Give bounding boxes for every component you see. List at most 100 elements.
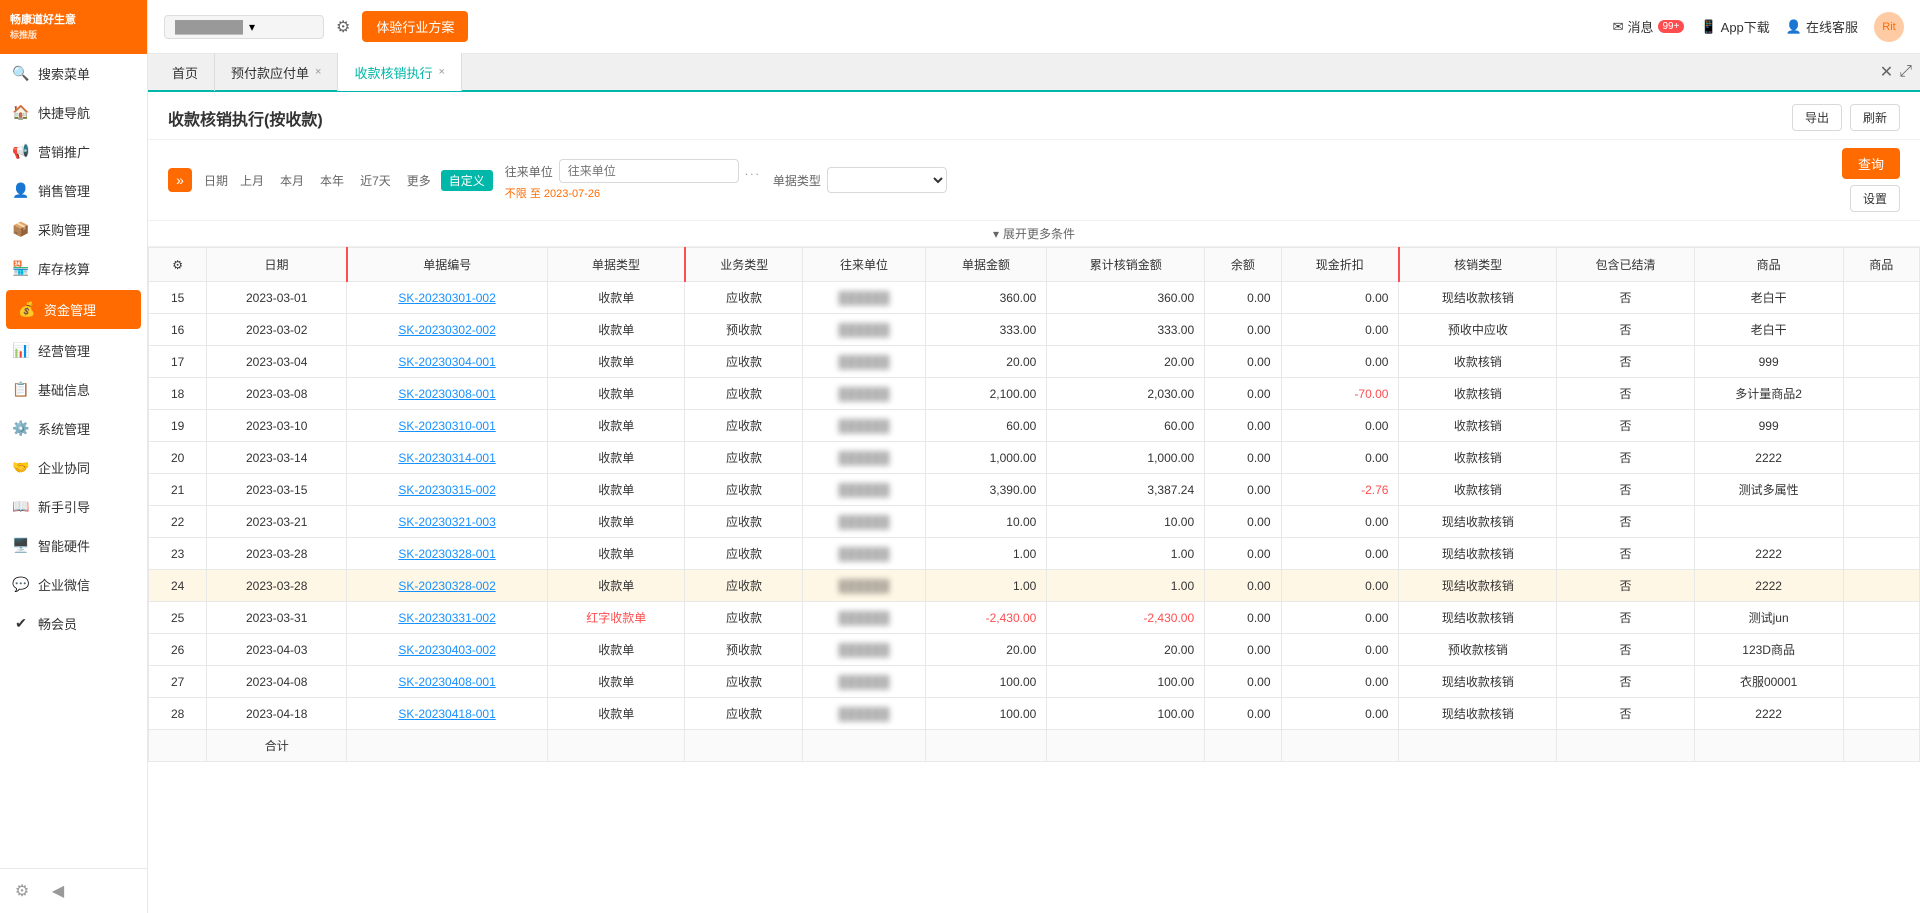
sidebar-item-inventory[interactable]: 🏪库存核算 xyxy=(0,249,147,288)
tab-collection[interactable]: 收款核销执行× xyxy=(338,53,461,91)
date-option[interactable]: 更多 xyxy=(401,170,437,191)
cell-amount: 20.00 xyxy=(925,346,1047,378)
app-download-action[interactable]: 📱 App下载 xyxy=(1700,17,1769,36)
cell-bill_no[interactable]: SK-20230310-001 xyxy=(347,410,548,442)
table-row[interactable]: 242023-03-28SK-20230328-002收款单应收款██████1… xyxy=(149,570,1920,602)
cell-bill_no[interactable]: SK-20230315-002 xyxy=(347,474,548,506)
sidebar-item-basic[interactable]: 📋基础信息 xyxy=(0,370,147,409)
cell-bill_no[interactable]: SK-20230418-001 xyxy=(347,698,548,730)
table-row[interactable]: 182023-03-08SK-20230308-001收款单应收款██████2… xyxy=(149,378,1920,410)
export-btn[interactable]: 导出 xyxy=(1792,104,1842,131)
cell-bill_no[interactable]: SK-20230302-002 xyxy=(347,314,548,346)
settings-icon[interactable]: ⚙ xyxy=(8,877,36,905)
cell-goods: 老白干 xyxy=(1694,314,1843,346)
cell-total_writeoff: 100.00 xyxy=(1047,666,1205,698)
table-row[interactable]: 212023-03-15SK-20230315-002收款单应收款██████3… xyxy=(149,474,1920,506)
date-option[interactable]: 上月 xyxy=(234,170,270,191)
table-row[interactable]: 192023-03-10SK-20230310-001收款单应收款██████6… xyxy=(149,410,1920,442)
sidebar-item-sales[interactable]: 👤销售管理 xyxy=(0,171,147,210)
refresh-btn[interactable]: 刷新 xyxy=(1850,104,1900,131)
industry-btn[interactable]: 体验行业方案 xyxy=(362,11,468,42)
table-row[interactable]: 152023-03-01SK-20230301-002收款单应收款██████3… xyxy=(149,282,1920,314)
table-row[interactable]: 172023-03-04SK-20230304-001收款单应收款██████2… xyxy=(149,346,1920,378)
tab-close-icon[interactable]: × xyxy=(438,66,444,78)
bill-no-link[interactable]: SK-20230304-001 xyxy=(398,355,495,369)
tab-prepay[interactable]: 预付款应付单× xyxy=(215,53,338,91)
header-select[interactable]: ████████ ▾ xyxy=(164,15,324,39)
cell-amount: 20.00 xyxy=(925,634,1047,666)
bill-no-link[interactable]: SK-20230408-001 xyxy=(398,675,495,689)
filter-toggle-btn[interactable]: » xyxy=(168,168,192,192)
sidebar-item-hardware[interactable]: 🖥️智能硬件 xyxy=(0,526,147,565)
bill-no-link[interactable]: SK-20230314-001 xyxy=(398,451,495,465)
expand-more-btn[interactable]: ▾ 展开更多条件 xyxy=(993,225,1075,242)
sidebar-item-system[interactable]: ⚙️系统管理 xyxy=(0,409,147,448)
bill-no-link[interactable]: SK-20230328-001 xyxy=(398,547,495,561)
collapse-icon[interactable]: ◀ xyxy=(44,877,72,905)
bill-no-link[interactable]: SK-20230418-001 xyxy=(398,707,495,721)
sidebar-item-wechat[interactable]: 💬企业微信 xyxy=(0,565,147,604)
tab-home[interactable]: 首页 xyxy=(156,53,215,91)
table-row[interactable]: 282023-04-18SK-20230418-001收款单应收款██████1… xyxy=(149,698,1920,730)
sidebar-item-guide[interactable]: 📖新手引导 xyxy=(0,487,147,526)
table-row[interactable]: 262023-04-03SK-20230403-002收款单预收款██████2… xyxy=(149,634,1920,666)
operation-icon: 📊 xyxy=(12,342,30,360)
table-row[interactable]: 232023-03-28SK-20230328-001收款单应收款██████1… xyxy=(149,538,1920,570)
cell-bill_no[interactable]: SK-20230304-001 xyxy=(347,346,548,378)
bill-no-link[interactable]: SK-20230321-003 xyxy=(398,515,495,529)
sidebar-item-search[interactable]: 🔍搜索菜单 xyxy=(0,54,147,93)
date-option[interactable]: 本月 xyxy=(274,170,310,191)
bill-no-link[interactable]: SK-20230331-002 xyxy=(398,611,495,625)
date-option[interactable]: 近7天 xyxy=(354,170,397,191)
cell-goods_img xyxy=(1843,442,1919,474)
table-row[interactable]: 162023-03-02SK-20230302-002收款单预收款██████3… xyxy=(149,314,1920,346)
table-row[interactable]: 222023-03-21SK-20230321-003收款单应收款██████1… xyxy=(149,506,1920,538)
cell-goods_img xyxy=(1843,506,1919,538)
bill-no-link[interactable]: SK-20230310-001 xyxy=(398,419,495,433)
sidebar-item-marketing[interactable]: 📢营销推广 xyxy=(0,132,147,171)
table-row[interactable]: 252023-03-31SK-20230331-002红字收款单应收款█████… xyxy=(149,602,1920,634)
cell-bill_no[interactable]: SK-20230331-002 xyxy=(347,602,548,634)
bill-no-link[interactable]: SK-20230328-002 xyxy=(398,579,495,593)
cell-bill_no[interactable]: SK-20230321-003 xyxy=(347,506,548,538)
bill-no-link[interactable]: SK-20230301-002 xyxy=(398,291,495,305)
bill-no-link[interactable]: SK-20230302-002 xyxy=(398,323,495,337)
cell-bill_type: 收款单 xyxy=(548,282,685,314)
user-avatar[interactable]: Rit xyxy=(1874,12,1904,42)
close-tab-icon[interactable]: ✕ xyxy=(1880,62,1893,82)
partner-input[interactable] xyxy=(559,159,739,183)
setting-btn[interactable]: 设置 xyxy=(1850,185,1900,212)
sidebar-item-operation[interactable]: 📊经营管理 xyxy=(0,331,147,370)
bill-no-link[interactable]: SK-20230315-002 xyxy=(398,483,495,497)
date-option[interactable]: 本年 xyxy=(314,170,350,191)
cell-writeoff_type: 收款核销 xyxy=(1399,378,1557,410)
sidebar-item-finance[interactable]: 💰资金管理 xyxy=(6,290,141,329)
cell-include_settled: 否 xyxy=(1557,602,1694,634)
bill-no-link[interactable]: SK-20230403-002 xyxy=(398,643,495,657)
footer-cell-13 xyxy=(1843,730,1919,762)
cell-bill_no[interactable]: SK-20230314-001 xyxy=(347,442,548,474)
sidebar-item-quicknav[interactable]: 🏠快捷导航 xyxy=(0,93,147,132)
tab-close-icon[interactable]: × xyxy=(315,66,321,78)
cell-date: 2023-03-15 xyxy=(207,474,347,506)
date-custom-btn[interactable]: 自定义 xyxy=(441,170,493,191)
cell-bill_no[interactable]: SK-20230408-001 xyxy=(347,666,548,698)
query-btn[interactable]: 查询 xyxy=(1842,148,1900,179)
table-row[interactable]: 202023-03-14SK-20230314-001收款单应收款██████1… xyxy=(149,442,1920,474)
message-action[interactable]: ✉ 消息 99+ xyxy=(1613,17,1685,36)
cell-bill_no[interactable]: SK-20230308-001 xyxy=(347,378,548,410)
header-gear-icon[interactable]: ⚙ xyxy=(336,17,350,37)
cell-bill_no[interactable]: SK-20230328-002 xyxy=(347,570,548,602)
bill-no-link[interactable]: SK-20230308-001 xyxy=(398,387,495,401)
cell-bill_no[interactable]: SK-20230328-001 xyxy=(347,538,548,570)
sidebar-item-corp[interactable]: 🤝企业协同 xyxy=(0,448,147,487)
table-row[interactable]: 272023-04-08SK-20230408-001收款单应收款██████1… xyxy=(149,666,1920,698)
expand-window-icon[interactable]: ⤢ xyxy=(1899,63,1912,81)
billtype-select[interactable] xyxy=(827,167,947,193)
cell-bill_no[interactable]: SK-20230403-002 xyxy=(347,634,548,666)
sidebar-item-purchase[interactable]: 📦采购管理 xyxy=(0,210,147,249)
cell-bill_no[interactable]: SK-20230301-002 xyxy=(347,282,548,314)
sidebar-item-label: 畅会员 xyxy=(38,614,77,633)
service-action[interactable]: 👤 在线客服 xyxy=(1786,17,1858,36)
sidebar-item-member[interactable]: ✔畅会员 xyxy=(0,604,147,643)
